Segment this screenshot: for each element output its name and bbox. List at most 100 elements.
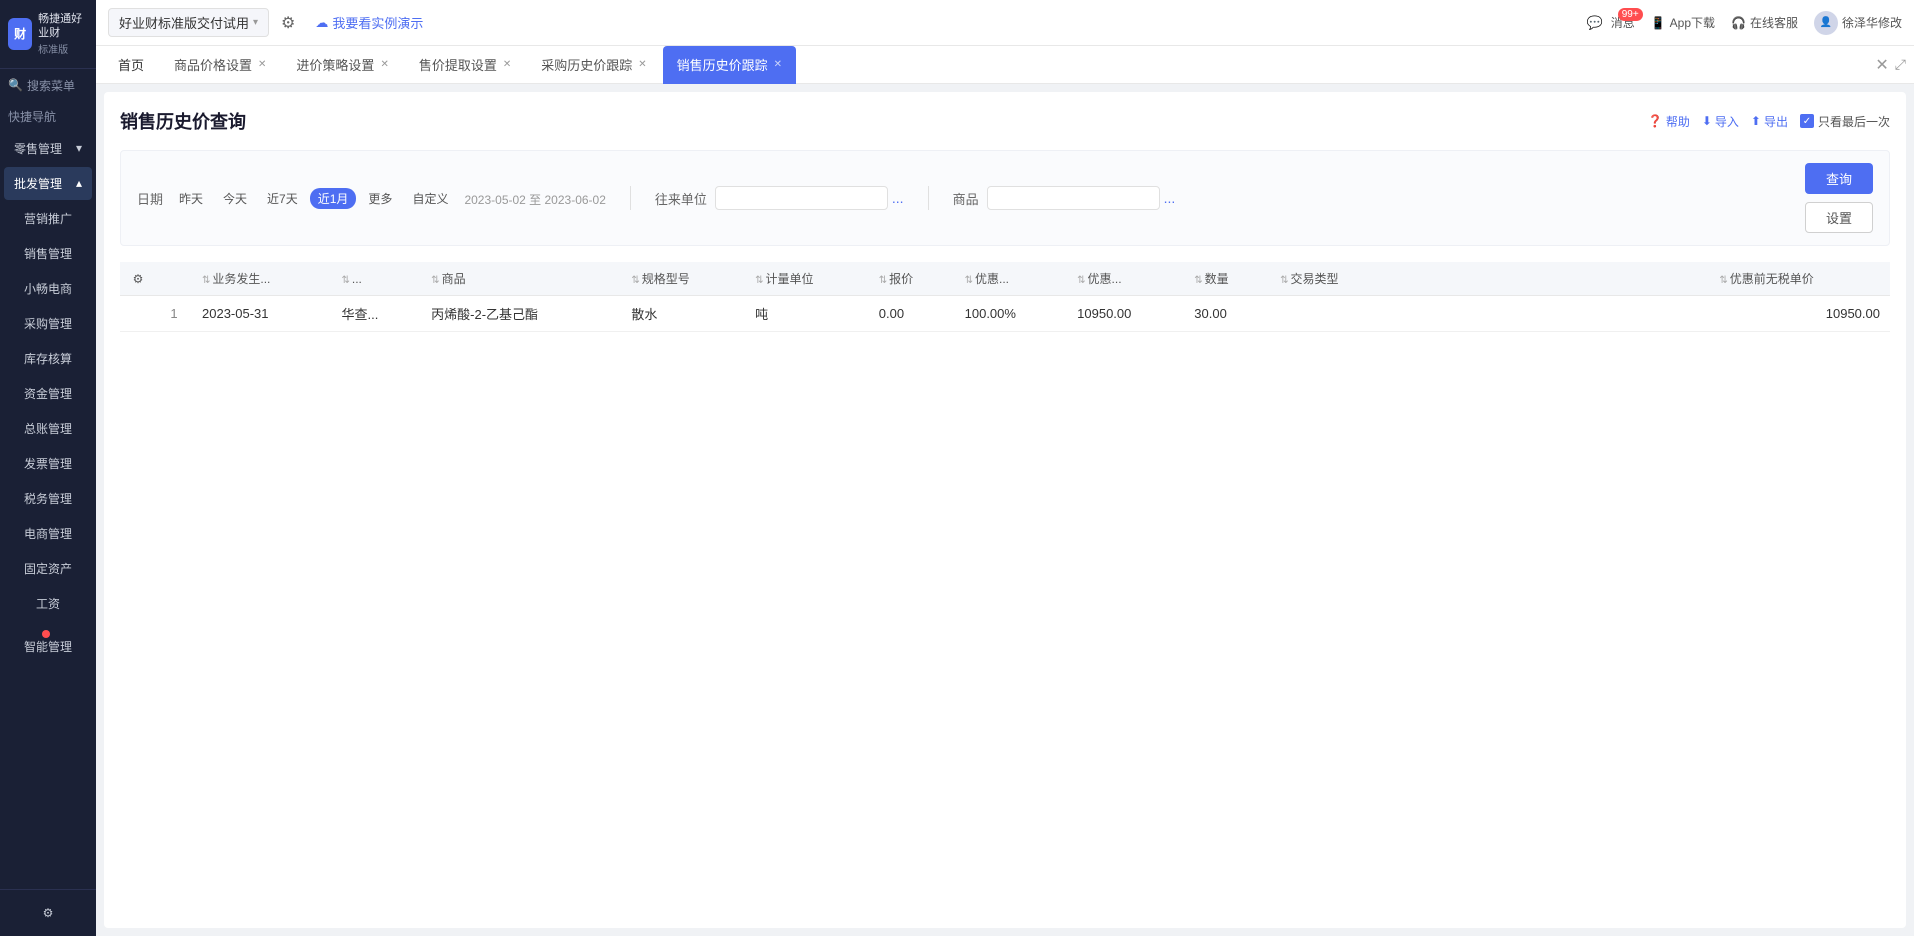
phone-icon: 📱 [1651,16,1666,30]
query-button[interactable]: 查询 [1805,163,1873,194]
cell-qty: 30.00 [1184,296,1270,332]
customer-dots-button[interactable]: ... [892,190,904,206]
expand-icon[interactable]: ⤢ [1895,56,1906,73]
tab-close-icon[interactable]: ✕ [638,59,646,70]
sidebar-item-label: 零售管理 [14,140,62,157]
th-qty[interactable]: ⇅数量 [1184,262,1270,296]
import-icon: ⬇ [1702,114,1712,128]
service-label: 在线客服 [1750,14,1798,31]
date-btn-last1month[interactable]: 近1月 [310,188,357,209]
cell-price: 0.00 [869,296,955,332]
demo-label: 我要看实例演示 [332,13,423,32]
import-link[interactable]: ⬇ 导入 [1702,113,1739,130]
customer-input-wrap: ... [715,186,904,210]
sidebar-item-assets[interactable]: 固定资产 [4,552,92,585]
sidebar-item-account[interactable]: 总账管理 [4,412,92,445]
tabbar: 首页 商品价格设置 ✕ 进价策略设置 ✕ 售价提取设置 ✕ 采购历史价跟踪 ✕ … [96,46,1914,84]
sidebar-item-smart[interactable]: 智能管理 [4,622,92,663]
tab-sales-history[interactable]: 销售历史价跟踪 ✕ [663,46,796,84]
sidebar-item-purchase[interactable]: 采购管理 [4,307,92,340]
sidebar-item-marketing[interactable]: 营销推广 [4,202,92,235]
app-download-label: App下载 [1670,14,1715,31]
help-label: 帮助 [1666,113,1690,130]
tab-purchase-history-label: 采购历史价跟踪 [541,55,632,74]
tab-purchase-strategy-label: 进价策略设置 [296,55,374,74]
date-btn-today[interactable]: 今天 [215,188,255,209]
filter-right-buttons: 查询 设置 [1805,163,1873,233]
cell-product: 丙烯酸-2-乙基己酯 [421,296,621,332]
date-range: 2023-05-02 至 2023-06-02 [464,191,605,208]
topbar: 好业财标准版交付试用 ▾ ⚙ ☁ 我要看实例演示 💬 99+ 消息 📱 App下… [96,0,1914,46]
th-discount-val[interactable]: ⇅优惠... [1067,262,1184,296]
th-discount-pct[interactable]: ⇅优惠... [955,262,1068,296]
chevron-down-icon: ▾ [253,17,258,28]
message-button[interactable]: 💬 99+ 消息 [1587,14,1635,31]
settings-icon[interactable]: ⚙ [277,9,299,37]
sidebar-search[interactable]: 🔍 搜索菜单 [0,69,96,102]
cell-unit: 吨 [745,296,869,332]
settings-button[interactable]: 设置 [1805,202,1873,233]
sidebar-item-label: 库存核算 [24,350,72,367]
logo-text: 畅捷通好业财 [38,12,88,41]
date-options: 昨天 今天 近7天 近1月 更多 自定义 [171,188,456,209]
th-trans-type[interactable]: ⇅交易类型 [1270,262,1394,296]
sidebar-item-retail[interactable]: 零售管理 ▾ [4,132,92,165]
sidebar-quick-nav[interactable]: 快捷导航 [0,102,96,131]
th-product[interactable]: ⇅商品 [421,262,621,296]
cell-num: 1 [156,296,192,332]
tab-product-price[interactable]: 商品价格设置 ✕ [160,46,280,84]
user-menu[interactable]: 👤 徐泽华修改 [1814,11,1902,35]
sidebar-item-sales[interactable]: 销售管理 [4,237,92,270]
tab-purchase-strategy[interactable]: 进价策略设置 ✕ [282,46,402,84]
cell-spacer [1394,296,1710,332]
filter-bar: 日期 昨天 今天 近7天 近1月 更多 自定义 2023-05-02 至 202… [120,150,1890,246]
sidebar-item-ecommerce[interactable]: 电商管理 [4,517,92,550]
import-label: 导入 [1715,113,1739,130]
sidebar-item-finance[interactable]: 资金管理 [4,377,92,410]
help-link[interactable]: ❓ 帮助 [1648,113,1690,130]
product-input-wrap: ... [987,186,1176,210]
product-dots-button[interactable]: ... [1164,190,1176,206]
logo-icon: 财 [8,18,32,50]
tab-close-icon[interactable]: ✕ [258,59,266,70]
customer-input[interactable] [715,186,888,210]
version-selector[interactable]: 好业财标准版交付试用 ▾ [108,8,269,37]
th-pretax-price[interactable]: ⇅优惠前无税单价 [1709,262,1890,296]
th-unit[interactable]: ⇅计量单位 [745,262,869,296]
app-download-button[interactable]: 📱 App下载 [1651,14,1715,31]
date-btn-more[interactable]: 更多 [360,188,400,209]
close-window-button[interactable]: ✕ [1875,55,1888,75]
tab-close-icon[interactable]: ✕ [503,59,511,70]
sidebar-item-inventory[interactable]: 库存核算 [4,342,92,375]
message-icon: 💬 [1587,15,1603,30]
tab-home[interactable]: 首页 [104,46,158,84]
tab-purchase-history[interactable]: 采购历史价跟踪 ✕ [527,46,660,84]
th-spec[interactable]: ⇅规格型号 [621,262,745,296]
sidebar-item-tax[interactable]: 税务管理 [4,482,92,515]
sidebar-item-invoice[interactable]: 发票管理 [4,447,92,480]
tab-close-icon[interactable]: ✕ [774,59,782,70]
gear-icon: ⚙ [43,906,54,920]
product-input[interactable] [987,186,1160,210]
online-service-button[interactable]: 🎧 在线客服 [1731,14,1798,31]
demo-button[interactable]: ☁ 我要看实例演示 [315,13,423,32]
only-last-checkbox[interactable]: ✓ 只看最后一次 [1800,113,1890,130]
date-filter-label: 日期 [137,189,163,208]
sidebar-item-ecommerce-small[interactable]: 小畅电商 [4,272,92,305]
cell-discount-pct: 100.00% [955,296,1068,332]
sidebar-gear-button[interactable]: ⚙ [39,898,58,928]
date-btn-yesterday[interactable]: 昨天 [171,188,211,209]
tab-close-icon[interactable]: ✕ [380,59,388,70]
date-btn-last7days[interactable]: 近7天 [259,188,306,209]
chevron-icon: ▴ [76,176,82,190]
sidebar-item-wholesale[interactable]: 批发管理 ▴ [4,167,92,200]
sidebar: 财 畅捷通好业财 标准版 🔍 搜索菜单 快捷导航 零售管理 ▾ 批发管理 ▴ 营… [0,0,96,936]
tab-sale-extract[interactable]: 售价提取设置 ✕ [405,46,525,84]
th-price[interactable]: ⇅报价 [869,262,955,296]
th-biz-date[interactable]: ⇅业务发生... [192,262,331,296]
export-link[interactable]: ⬆ 导出 [1751,113,1788,130]
date-btn-custom[interactable]: 自定义 [404,188,456,209]
sidebar-item-payroll[interactable]: 工资 [4,587,92,620]
th-extra[interactable]: ⇅... [331,262,421,296]
th-gear[interactable]: ⚙ [120,262,156,296]
